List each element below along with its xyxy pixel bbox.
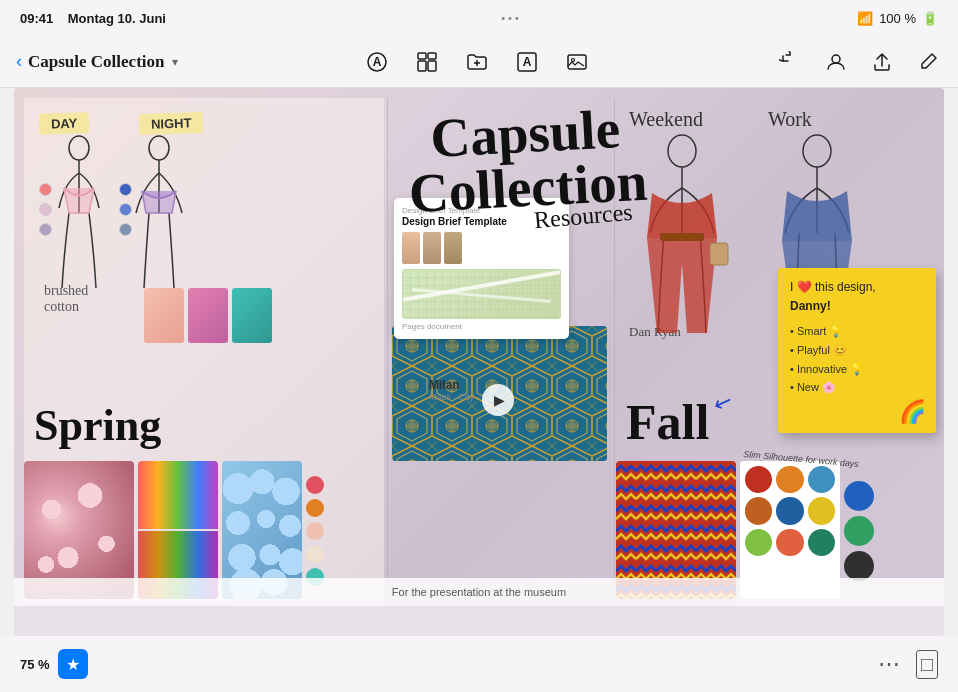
spring-text: Spring — [34, 400, 161, 451]
pencil-button[interactable] — [914, 48, 942, 76]
fullscreen-icon[interactable]: □ — [916, 650, 938, 679]
caption-text: For the presentation at the museum — [392, 586, 566, 598]
svg-point-13 — [69, 136, 89, 160]
svg-point-24 — [803, 135, 831, 167]
zoom-section: 75 % ★ — [20, 649, 88, 679]
toolbar-right — [776, 48, 942, 76]
wifi-icon: 📶 — [857, 11, 873, 26]
sticky-rainbow-icon: 🌈 — [899, 399, 926, 425]
sticky-note[interactable]: I ❤️ this design, Danny! • Smart 💡 • Pla… — [778, 268, 936, 433]
svg-point-11 — [572, 58, 575, 61]
svg-text:A: A — [373, 55, 382, 69]
text-button[interactable]: A — [513, 48, 541, 76]
star-icon: ★ — [66, 655, 80, 674]
svg-text:A: A — [523, 55, 532, 69]
sticky-line1: I ❤️ this design, — [790, 280, 876, 294]
star-button[interactable]: ★ — [58, 649, 88, 679]
fall-text: Fall — [626, 393, 709, 451]
date-display: Montag 10. Juni — [68, 11, 166, 26]
work-label: Work — [768, 108, 812, 131]
svg-rect-23 — [710, 243, 728, 265]
time-display: 09:41 — [20, 11, 53, 26]
network-icon[interactable]: ⋯ — [878, 651, 900, 677]
svg-rect-3 — [428, 53, 436, 59]
toolbar: ‹ Capsule Collection ▾ A A — [0, 36, 958, 88]
day-label: DAY — [39, 112, 90, 135]
sticky-line2: Danny! — [790, 299, 831, 313]
svg-rect-4 — [418, 61, 426, 71]
back-button[interactable]: ‹ — [16, 51, 22, 72]
card-body — [402, 232, 561, 264]
battery-display: 100 % — [879, 11, 916, 26]
collaborate-button[interactable] — [822, 48, 850, 76]
canvas-area[interactable]: Capsule Collection DAY NIGHT — [14, 88, 944, 636]
video-play-button[interactable]: ▶ — [482, 384, 514, 416]
svg-rect-2 — [418, 53, 426, 59]
brushed-cotton-label: brushedcotton — [44, 283, 88, 315]
toolbar-left: ‹ Capsule Collection ▾ — [16, 51, 178, 72]
svg-point-15 — [149, 136, 169, 160]
mood-board: Capsule Collection DAY NIGHT — [14, 88, 944, 606]
fabric-swatches — [144, 288, 272, 343]
status-time: 09:41 Montag 10. Juni — [20, 11, 166, 26]
arrow-annotation: ↙ — [710, 388, 736, 419]
annotate-button[interactable]: A — [363, 48, 391, 76]
toolbar-center: A A — [178, 48, 776, 76]
status-right: 📶 100 % 🔋 — [857, 11, 938, 26]
bottom-right-icons: ⋯ □ — [878, 650, 938, 679]
svg-rect-10 — [568, 55, 586, 69]
caption-bar: For the presentation at the museum — [14, 578, 944, 606]
card-source: Pages document — [402, 322, 561, 331]
card-map — [402, 269, 561, 319]
main-title: Capsule Collection — [405, 102, 649, 222]
image-button[interactable] — [563, 48, 591, 76]
bottom-bar: 75 % ★ ⋯ □ — [0, 636, 958, 692]
status-bar: 09:41 Montag 10. Juni ••• 📶 100 % 🔋 — [0, 0, 958, 36]
svg-point-12 — [832, 55, 840, 63]
sticky-bullets: • Smart 💡 • Playful 😊 • Innovative 💡 • N… — [790, 322, 924, 397]
document-title: Capsule Collection — [28, 52, 164, 72]
svg-rect-5 — [428, 61, 436, 71]
zoom-value: 75 % — [20, 657, 50, 672]
grid-view-button[interactable] — [413, 48, 441, 76]
undo-button[interactable] — [776, 48, 804, 76]
share-button[interactable] — [868, 48, 896, 76]
night-label: NIGHT — [139, 112, 204, 135]
svg-rect-22 — [660, 233, 704, 241]
folder-button[interactable] — [463, 48, 491, 76]
divider-center — [387, 98, 388, 601]
status-center-dots: ••• — [501, 12, 522, 24]
day-night-section: DAY NIGHT — [39, 113, 204, 134]
battery-icon: 🔋 — [922, 11, 938, 26]
svg-point-20 — [668, 135, 696, 167]
weekend-work-section: Weekend Work — [629, 108, 812, 131]
